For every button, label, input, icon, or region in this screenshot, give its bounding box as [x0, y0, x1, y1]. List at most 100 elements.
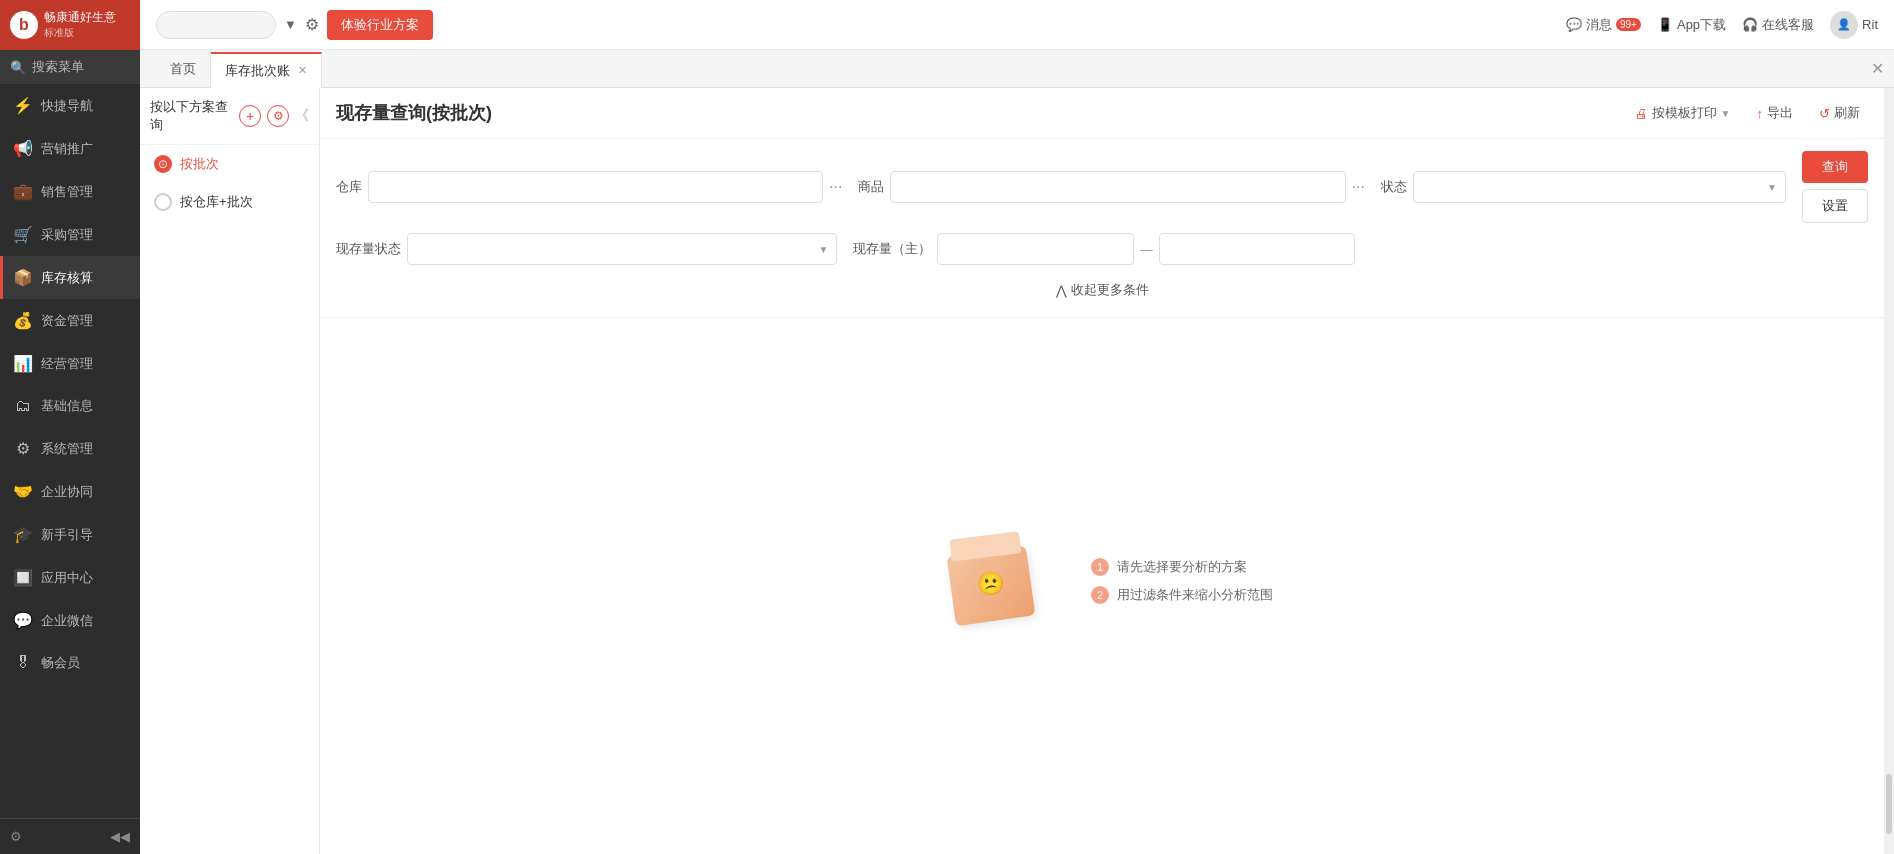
close-panel-btn[interactable]: ✕ [1871, 59, 1884, 78]
query-btn[interactable]: 查询 [1802, 151, 1868, 183]
topbar-search-input[interactable] [156, 11, 276, 39]
plan-item-by-batch[interactable]: ⊙ 按批次 [140, 145, 319, 183]
user-avatar-btn[interactable]: 👤 Rit [1830, 11, 1878, 39]
product-input[interactable] [890, 171, 1345, 203]
status-label: 状态 [1381, 178, 1407, 196]
box-lid [949, 531, 1021, 561]
warehouse-input[interactable] [368, 171, 823, 203]
add-plan-btn[interactable]: + [239, 105, 261, 127]
product-more-btn[interactable]: ··· [1352, 178, 1365, 196]
sidebar-item-operations[interactable]: 📊 经营管理 [0, 342, 140, 385]
settings-btn[interactable]: ⚙ [10, 829, 22, 844]
tab-inventory-batch-label: 库存批次账 [225, 62, 290, 80]
empty-illustration: 😕 [931, 526, 1051, 646]
app-download-label: App下载 [1677, 16, 1726, 34]
sidebar-item-system[interactable]: ⚙ 系统管理 [0, 427, 140, 470]
sidebar-item-label: 畅会员 [41, 654, 80, 672]
page-header: 现存量查询(按批次) 🖨 按模板打印 ▼ ↑ 导出 ↺ 刷新 [320, 88, 1884, 139]
qty-min-input[interactable] [937, 233, 1133, 265]
sales-icon: 💼 [13, 182, 33, 201]
sidebar-item-label: 系统管理 [41, 440, 93, 458]
tab-home-label: 首页 [170, 60, 196, 78]
sidebar-item-label: 企业微信 [41, 612, 93, 630]
collapse-panel-icon[interactable]: 《 [295, 107, 309, 125]
sidebar-item-guide[interactable]: 🎓 新手引导 [0, 513, 140, 556]
range-separator: — [1140, 242, 1153, 257]
refresh-btn[interactable]: ↺ 刷新 [1811, 100, 1868, 126]
status-chevron-icon: ▼ [1767, 182, 1777, 193]
print-btn[interactable]: 🖨 按模板打印 ▼ [1627, 100, 1739, 126]
sidebar-item-label: 资金管理 [41, 312, 93, 330]
empty-box-wrapper: 😕 [931, 526, 1051, 646]
search-menu-item[interactable]: 🔍 搜索菜单 [0, 50, 140, 84]
inventory-icon: 📦 [13, 268, 33, 287]
messages-btn[interactable]: 💬 消息 99+ [1566, 16, 1641, 34]
basic-info-icon: 🗂 [13, 397, 33, 415]
sidebar-item-label: 库存核算 [41, 269, 93, 287]
right-main: 现存量查询(按批次) 🖨 按模板打印 ▼ ↑ 导出 ↺ 刷新 [320, 88, 1884, 854]
hint-text-2: 用过滤条件来缩小分析范围 [1117, 586, 1273, 604]
product-filter-group: 商品 ··· [858, 171, 1364, 203]
topbar-right: 💬 消息 99+ 📱 App下载 🎧 在线客服 👤 Rit [1566, 11, 1878, 39]
collapse-sidebar-btn[interactable]: ◀◀ [110, 829, 130, 844]
filter-row-2: 现存量状态 ▼ 现存量（主） — [336, 233, 1868, 265]
inventory-qty-group: 现存量（主） — [853, 233, 1354, 265]
sidebar-nav: ⚡ 快捷导航 📢 营销推广 💼 销售管理 🛒 采购管理 📦 库存核算 💰 资金管… [0, 84, 140, 818]
status-dropdown[interactable]: ▼ [1413, 171, 1786, 203]
system-icon: ⚙ [13, 439, 33, 458]
sidebar-item-app-center[interactable]: 🔲 应用中心 [0, 556, 140, 599]
online-service-btn[interactable]: 🎧 在线客服 [1742, 16, 1814, 34]
set-btn[interactable]: 设置 [1802, 189, 1868, 223]
sidebar-item-enterprise[interactable]: 🤝 企业协同 [0, 470, 140, 513]
plan-settings-btn[interactable]: ⚙ [267, 105, 289, 127]
sidebar-item-shortcut[interactable]: ⚡ 快捷导航 [0, 84, 140, 127]
messages-badge: 99+ [1616, 18, 1641, 31]
topbar-gear-icon[interactable]: ⚙ [305, 15, 319, 34]
phone-icon: 📱 [1657, 17, 1673, 32]
topbar-dropdown-icon[interactable]: ▼ [284, 17, 297, 32]
warehouse-more-btn[interactable]: ··· [829, 178, 842, 196]
collapse-more-conditions[interactable]: ⋀ 收起更多条件 [336, 275, 1868, 305]
hint-num-1: 1 [1091, 558, 1109, 576]
tab-inventory-batch[interactable]: 库存批次账 ✕ [211, 52, 322, 88]
inventory-status-select[interactable]: ▼ [407, 233, 837, 265]
box-body: 😕 [947, 546, 1036, 626]
topbar-left: ▼ ⚙ 体验行业方案 [156, 10, 1556, 40]
inventory-qty-label: 现存量（主） [853, 240, 931, 258]
sidebar-header: b 畅康通好生意 标准版 [0, 0, 140, 50]
plan-item-by-warehouse-batch[interactable]: 按仓库+批次 [140, 183, 319, 221]
sidebar-item-inventory[interactable]: 📦 库存核算 [0, 256, 140, 299]
left-filter-panel: 按以下方案查询 + ⚙ 《 ⊙ 按批次 按仓库+批次 [140, 88, 320, 854]
box-face: 😕 [977, 571, 1004, 597]
print-dropdown-icon[interactable]: ▼ [1721, 108, 1731, 119]
finance-icon: 💰 [13, 311, 33, 330]
topbar: ▼ ⚙ 体验行业方案 💬 消息 99+ 📱 App下载 🎧 在线客服 👤 Rit [140, 0, 1894, 50]
headset-icon: 🎧 [1742, 17, 1758, 32]
export-btn[interactable]: ↑ 导出 [1749, 100, 1802, 126]
sidebar-item-purchase[interactable]: 🛒 采购管理 [0, 213, 140, 256]
sidebar-item-label: 销售管理 [41, 183, 93, 201]
empty-hint-1: 1 请先选择要分析的方案 [1091, 558, 1273, 576]
export-icon: ↑ [1757, 106, 1764, 121]
trial-industry-btn[interactable]: 体验行业方案 [327, 10, 433, 40]
sidebar-item-marketing[interactable]: 📢 营销推广 [0, 127, 140, 170]
app-logo: b [10, 11, 38, 39]
warehouse-label: 仓库 [336, 178, 362, 196]
tab-home[interactable]: 首页 [156, 50, 211, 88]
plan-label: 按批次 [180, 155, 219, 173]
right-scrollbar[interactable] [1884, 88, 1894, 854]
sidebar-item-vip[interactable]: 🎖 畅会员 [0, 642, 140, 684]
inventory-status-label: 现存量状态 [336, 240, 401, 258]
sidebar-item-wechat[interactable]: 💬 企业微信 [0, 599, 140, 642]
sidebar-item-sales[interactable]: 💼 销售管理 [0, 170, 140, 213]
sidebar-item-basic-info[interactable]: 🗂 基础信息 [0, 385, 140, 427]
plan-label: 按仓库+批次 [180, 193, 253, 211]
qty-max-input[interactable] [1159, 233, 1355, 265]
main-area: ▼ ⚙ 体验行业方案 💬 消息 99+ 📱 App下载 🎧 在线客服 👤 Rit [140, 0, 1894, 854]
tab-close-icon[interactable]: ✕ [298, 64, 307, 77]
collapse-icon: ⋀ [1056, 283, 1067, 298]
empty-hint-2: 2 用过滤条件来缩小分析范围 [1091, 586, 1273, 604]
app-download-btn[interactable]: 📱 App下载 [1657, 16, 1726, 34]
export-label: 导出 [1767, 104, 1793, 122]
sidebar-item-finance[interactable]: 💰 资金管理 [0, 299, 140, 342]
